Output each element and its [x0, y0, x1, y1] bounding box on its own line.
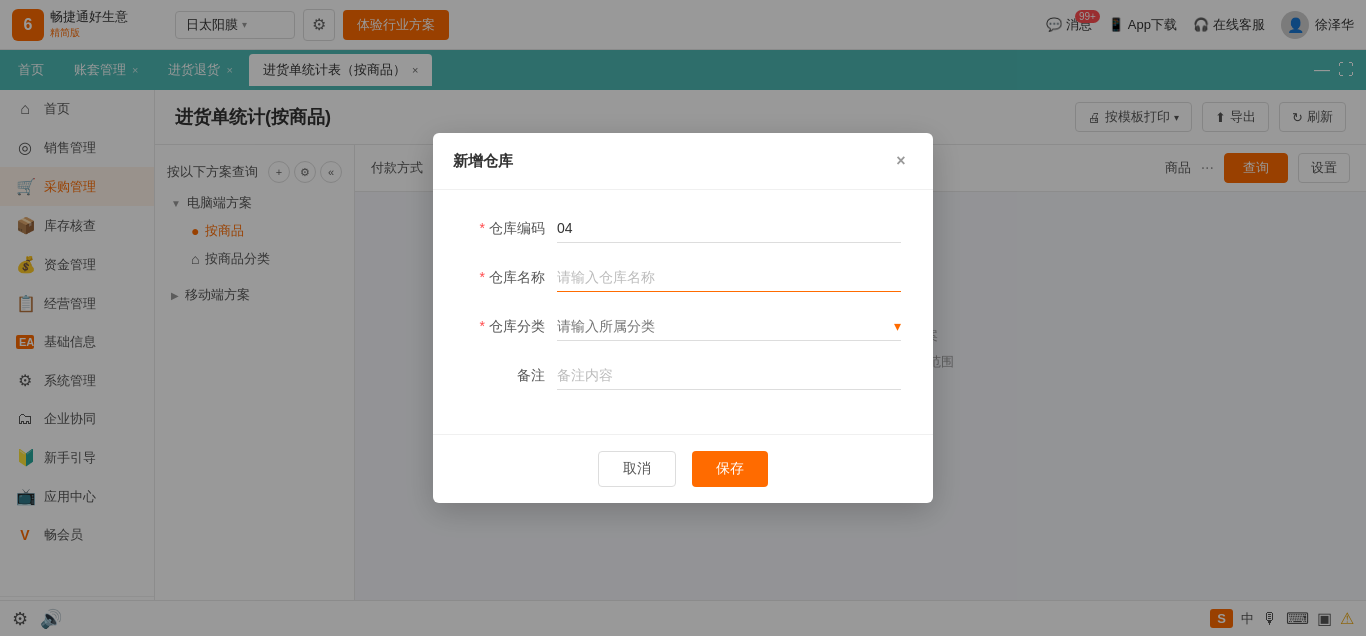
dialog-header: 新增仓库 × — [433, 133, 933, 190]
note-label: 备注 — [465, 367, 545, 385]
name-label: 仓库名称 — [465, 269, 545, 287]
cancel-button[interactable]: 取消 — [598, 451, 676, 487]
category-label: 仓库分类 — [465, 318, 545, 336]
form-row-name: 仓库名称 — [465, 263, 901, 292]
dialog-close-button[interactable]: × — [889, 149, 913, 173]
dialog-title: 新增仓库 — [453, 152, 513, 171]
dialog-footer: 取消 保存 — [433, 434, 933, 503]
form-row-category: 仓库分类 ▾ — [465, 312, 901, 341]
save-button[interactable]: 保存 — [692, 451, 768, 487]
category-input[interactable] — [557, 318, 894, 334]
chevron-down-icon: ▾ — [894, 318, 901, 334]
warehouse-code-input[interactable] — [557, 214, 901, 243]
form-row-code: 仓库编码 — [465, 214, 901, 243]
code-label: 仓库编码 — [465, 220, 545, 238]
category-select[interactable]: ▾ — [557, 312, 901, 341]
note-input[interactable] — [557, 361, 901, 390]
form-row-note: 备注 — [465, 361, 901, 390]
dialog-body: 仓库编码 仓库名称 仓库分类 ▾ 备注 — [433, 190, 933, 434]
warehouse-name-input[interactable] — [557, 263, 901, 292]
add-warehouse-dialog: 新增仓库 × 仓库编码 仓库名称 仓库分类 ▾ — [433, 133, 933, 503]
modal-overlay: 新增仓库 × 仓库编码 仓库名称 仓库分类 ▾ — [0, 0, 1366, 636]
